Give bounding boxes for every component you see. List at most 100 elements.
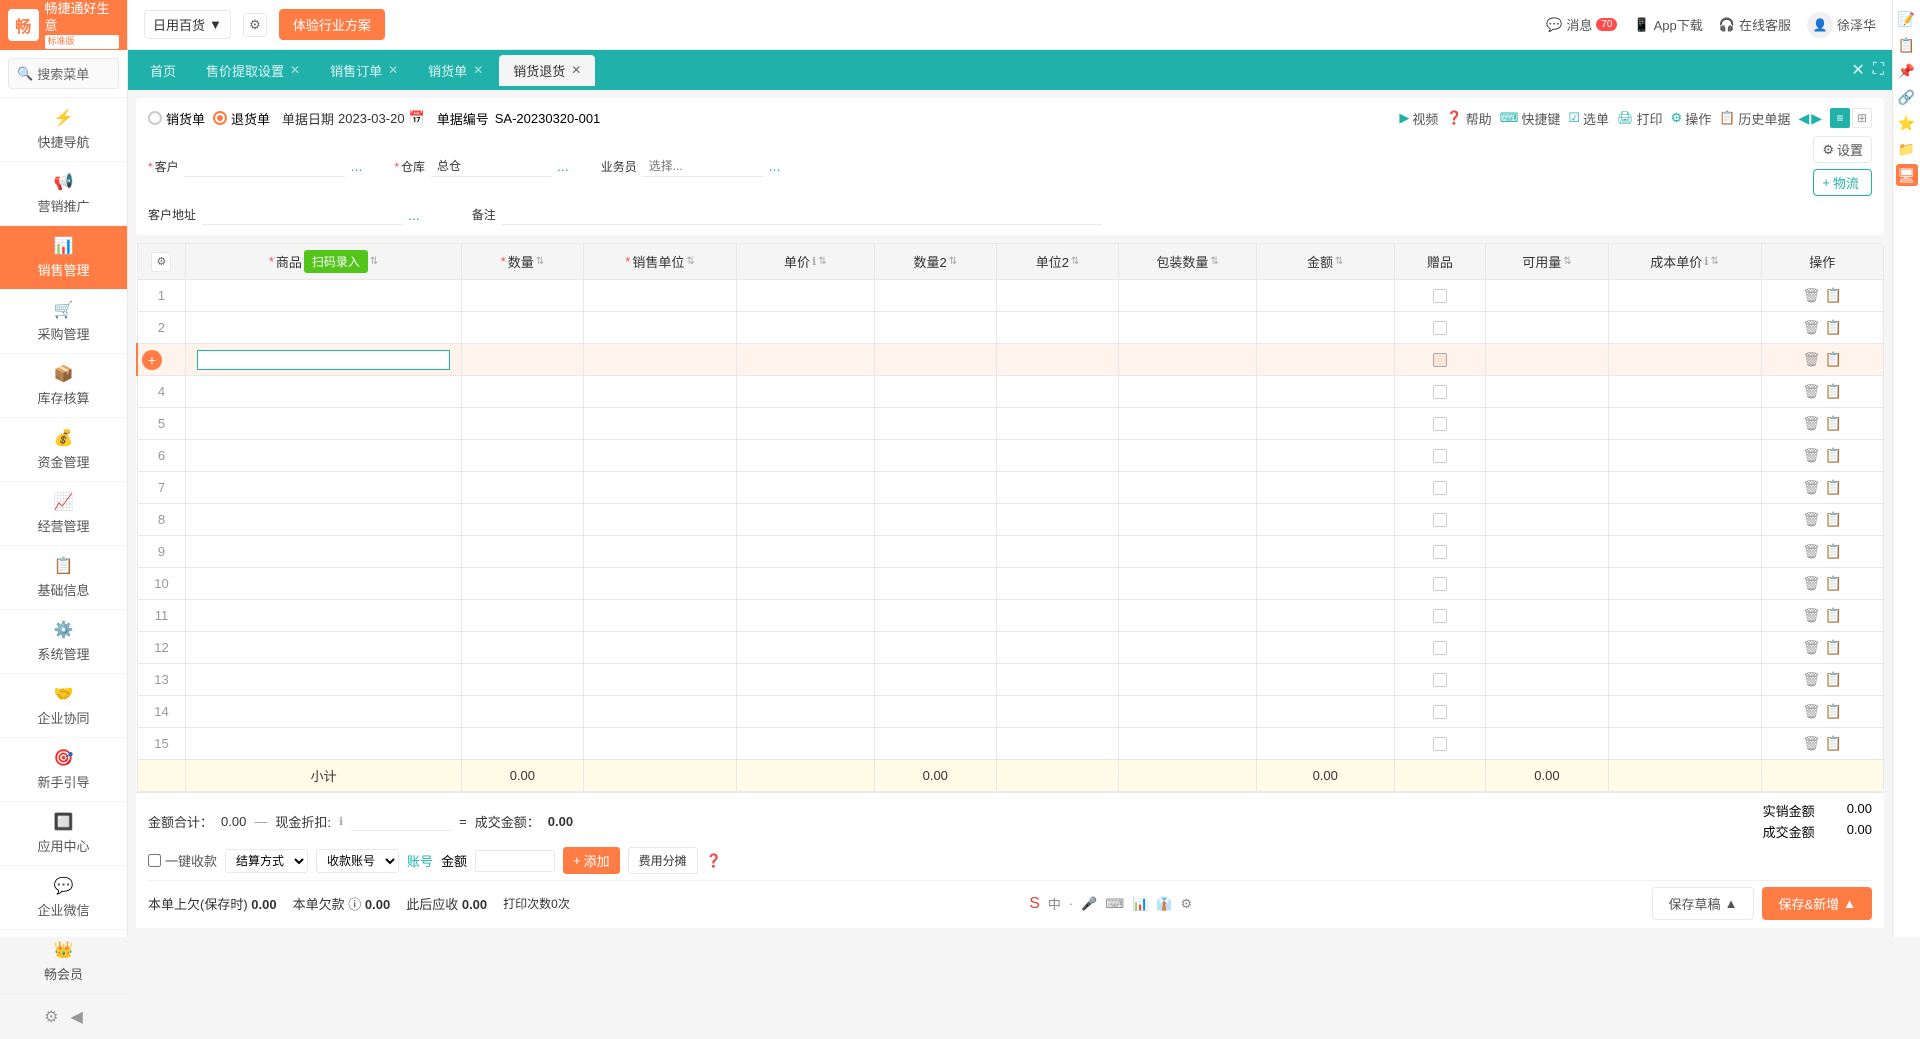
row-unit2-cell[interactable] bbox=[996, 440, 1118, 472]
row-packqty-cell[interactable] bbox=[1119, 472, 1257, 504]
row-price-cell[interactable] bbox=[736, 568, 874, 600]
table-row[interactable]: 15 🗑 📋 bbox=[137, 728, 1884, 760]
row-price-cell[interactable] bbox=[736, 376, 874, 408]
row-costprice-cell[interactable] bbox=[1608, 440, 1761, 472]
row-gift-cell[interactable] bbox=[1394, 280, 1486, 312]
row-amount-cell[interactable] bbox=[1256, 440, 1394, 472]
row-price-cell[interactable] bbox=[736, 344, 874, 376]
row-available-cell[interactable] bbox=[1486, 504, 1608, 536]
row-unit2-cell[interactable] bbox=[996, 536, 1118, 568]
sidebar-item-sales[interactable]: 📊 销售管理 bbox=[0, 226, 127, 290]
delete-row-button[interactable]: 🗑 bbox=[1803, 543, 1821, 560]
row-packqty-cell[interactable] bbox=[1119, 408, 1257, 440]
row-qty-cell[interactable] bbox=[461, 536, 583, 568]
row-costprice-cell[interactable] bbox=[1608, 312, 1761, 344]
row-qty2-cell[interactable] bbox=[874, 696, 996, 728]
product-sort-icon[interactable]: ⇅ bbox=[370, 256, 378, 267]
delete-row-button[interactable]: 🗑 bbox=[1803, 415, 1821, 432]
row-costprice-cell[interactable] bbox=[1608, 376, 1761, 408]
row-qty-cell[interactable] bbox=[461, 280, 583, 312]
row-qty2-cell[interactable] bbox=[874, 632, 996, 664]
row-product-cell[interactable] bbox=[186, 312, 461, 344]
tab-sale-goods[interactable]: 销货单 ✕ bbox=[414, 55, 497, 86]
table-row[interactable]: 5 🗑 📋 bbox=[137, 408, 1884, 440]
amount-sort-icon[interactable]: ⇅ bbox=[1335, 256, 1343, 267]
add-payment-button[interactable]: + 添加 bbox=[563, 847, 620, 874]
tab-close-sale-return[interactable]: ✕ bbox=[571, 63, 581, 77]
delete-row-button[interactable]: 🗑 bbox=[1803, 383, 1821, 400]
table-row[interactable]: 12 🗑 📋 bbox=[137, 632, 1884, 664]
row-gift-cell[interactable] bbox=[1394, 696, 1486, 728]
row-amount-cell[interactable] bbox=[1256, 504, 1394, 536]
row-unit2-cell[interactable] bbox=[996, 696, 1118, 728]
gift-checkbox[interactable] bbox=[1433, 385, 1447, 399]
gift-checkbox[interactable] bbox=[1433, 673, 1447, 687]
row-packqty-cell[interactable] bbox=[1119, 312, 1257, 344]
delete-row-button[interactable]: 🗑 bbox=[1803, 319, 1821, 336]
prev-doc-button[interactable]: ◀ bbox=[1798, 110, 1809, 127]
row-gift-cell[interactable] bbox=[1394, 600, 1486, 632]
table-row[interactable]: 2 🗑 📋 bbox=[137, 312, 1884, 344]
row-unit-cell[interactable] bbox=[584, 600, 737, 632]
industry-select[interactable]: 日用百货 ▼ bbox=[144, 10, 231, 39]
row-product-cell[interactable] bbox=[186, 664, 461, 696]
message-button[interactable]: 💬 消息 70 bbox=[1546, 15, 1617, 34]
copy-row-button[interactable]: 📋 bbox=[1824, 511, 1841, 528]
row-amount-cell[interactable] bbox=[1256, 408, 1394, 440]
row-costprice-cell[interactable] bbox=[1608, 472, 1761, 504]
row-available-cell[interactable] bbox=[1486, 536, 1608, 568]
gift-checkbox[interactable] bbox=[1433, 705, 1447, 719]
search-menu-button[interactable]: 🔍 搜索菜单 bbox=[8, 58, 119, 89]
row-available-cell[interactable] bbox=[1486, 472, 1608, 504]
qty-sort-icon[interactable]: ⇅ bbox=[536, 256, 544, 267]
row-product-cell[interactable] bbox=[186, 376, 461, 408]
quick-pay-checkbox[interactable]: 一键收款 bbox=[148, 851, 217, 870]
row-amount-cell[interactable] bbox=[1256, 632, 1394, 664]
row-product-cell[interactable] bbox=[186, 408, 461, 440]
row-qty2-cell[interactable] bbox=[874, 600, 996, 632]
row-qty-cell[interactable] bbox=[461, 344, 583, 376]
print-button[interactable]: 🖨 打印 bbox=[1617, 109, 1663, 128]
row-unit-cell[interactable] bbox=[584, 344, 737, 376]
row-unit-cell[interactable] bbox=[584, 664, 737, 696]
row-amount-cell[interactable] bbox=[1256, 376, 1394, 408]
row-gift-cell[interactable] bbox=[1394, 536, 1486, 568]
row-packqty-cell[interactable] bbox=[1119, 376, 1257, 408]
table-row[interactable]: 10 🗑 📋 bbox=[137, 568, 1884, 600]
copy-row-button[interactable]: 📋 bbox=[1824, 671, 1841, 688]
gift-checkbox[interactable] bbox=[1433, 417, 1447, 431]
settlement-select[interactable]: 结算方式 bbox=[225, 849, 308, 873]
row-available-cell[interactable] bbox=[1486, 440, 1608, 472]
split-help-icon[interactable]: ❓ bbox=[706, 853, 722, 869]
product-input[interactable] bbox=[197, 350, 450, 370]
tab-close-sale-price[interactable]: ✕ bbox=[290, 63, 300, 77]
right-panel-item-1[interactable]: 📝 bbox=[1896, 8, 1918, 30]
row-price-cell[interactable] bbox=[736, 504, 874, 536]
table-row[interactable]: 7 🗑 📋 bbox=[137, 472, 1884, 504]
gift-checkbox[interactable] bbox=[1433, 577, 1447, 591]
copy-row-button[interactable]: 📋 bbox=[1824, 703, 1841, 720]
copy-row-button[interactable]: 📋 bbox=[1824, 319, 1841, 336]
tab-home[interactable]: 首页 bbox=[136, 55, 190, 86]
topbar-settings-button[interactable]: ⚙ bbox=[243, 13, 267, 37]
row-available-cell[interactable] bbox=[1486, 600, 1608, 632]
row-qty-cell[interactable] bbox=[461, 440, 583, 472]
discount-input[interactable] bbox=[351, 812, 451, 831]
row-qty2-cell[interactable] bbox=[874, 728, 996, 760]
right-panel-item-5[interactable]: ⭐ bbox=[1896, 112, 1918, 134]
row-costprice-cell[interactable] bbox=[1608, 568, 1761, 600]
gift-checkbox[interactable] bbox=[1433, 353, 1447, 367]
remark-input[interactable] bbox=[502, 204, 1102, 225]
row-qty2-cell[interactable] bbox=[874, 408, 996, 440]
sidebar-item-wechat[interactable]: 💬 企业微信 bbox=[0, 866, 127, 930]
row-unit2-cell[interactable] bbox=[996, 280, 1118, 312]
tab-close-sale-order[interactable]: ✕ bbox=[388, 63, 398, 77]
row-price-cell[interactable] bbox=[736, 664, 874, 696]
select-doc-button[interactable]: ☑ 选单 bbox=[1568, 109, 1609, 128]
tab-close-sale-goods[interactable]: ✕ bbox=[473, 63, 483, 77]
add-row-button[interactable]: + bbox=[142, 350, 162, 370]
unit2-sort-icon[interactable]: ⇅ bbox=[1071, 256, 1079, 267]
row-gift-cell[interactable] bbox=[1394, 632, 1486, 664]
row-packqty-cell[interactable] bbox=[1119, 280, 1257, 312]
row-qty-cell[interactable] bbox=[461, 600, 583, 632]
